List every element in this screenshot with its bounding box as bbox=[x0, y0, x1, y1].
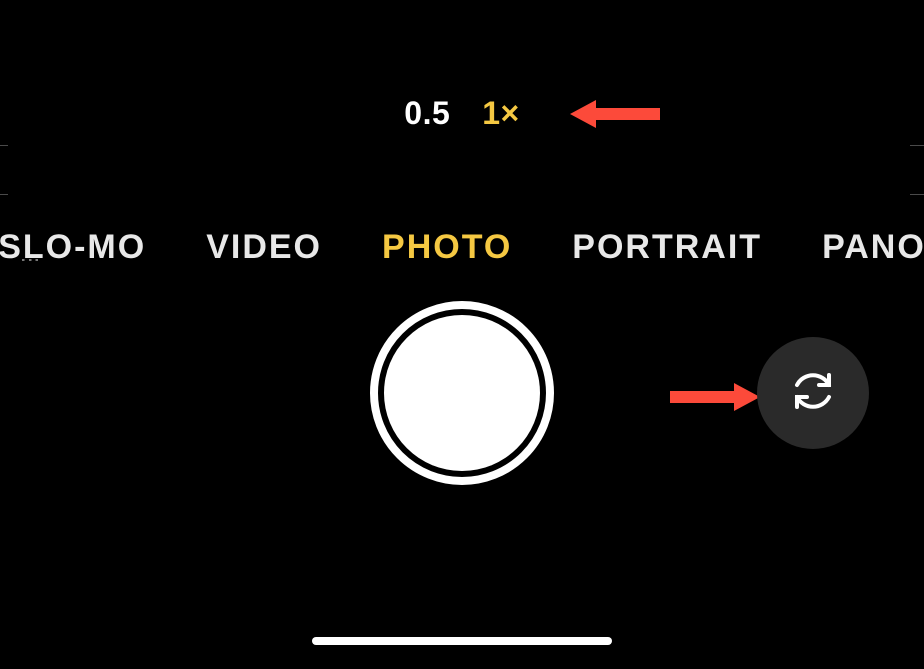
zoom-selector: 0.5 1× bbox=[0, 95, 924, 132]
mode-pano[interactable]: PANO bbox=[822, 228, 924, 267]
flip-camera-icon bbox=[785, 363, 841, 424]
zoom-option-ultrawide[interactable]: 0.5 bbox=[404, 95, 450, 132]
zoom-option-wide[interactable]: 1× bbox=[482, 95, 519, 132]
mode-portrait[interactable]: PORTRAIT bbox=[572, 228, 762, 267]
viewfinder-frame-edge-right bbox=[910, 145, 924, 195]
camera-mode-selector[interactable]: SLO-MO VIDEO PHOTO PORTRAIT PANO bbox=[0, 228, 924, 267]
mode-photo[interactable]: PHOTO bbox=[382, 228, 512, 267]
home-indicator[interactable] bbox=[312, 637, 612, 645]
annotation-arrow-flip bbox=[670, 379, 760, 420]
mode-video[interactable]: VIDEO bbox=[206, 228, 322, 267]
shutter-button[interactable] bbox=[370, 301, 554, 485]
flip-camera-button[interactable] bbox=[757, 337, 869, 449]
annotation-arrow-zoom bbox=[570, 96, 660, 137]
viewfinder-frame-edge-left bbox=[0, 145, 8, 195]
shutter-icon bbox=[384, 315, 540, 471]
mode-slomo[interactable]: SLO-MO bbox=[0, 228, 146, 267]
